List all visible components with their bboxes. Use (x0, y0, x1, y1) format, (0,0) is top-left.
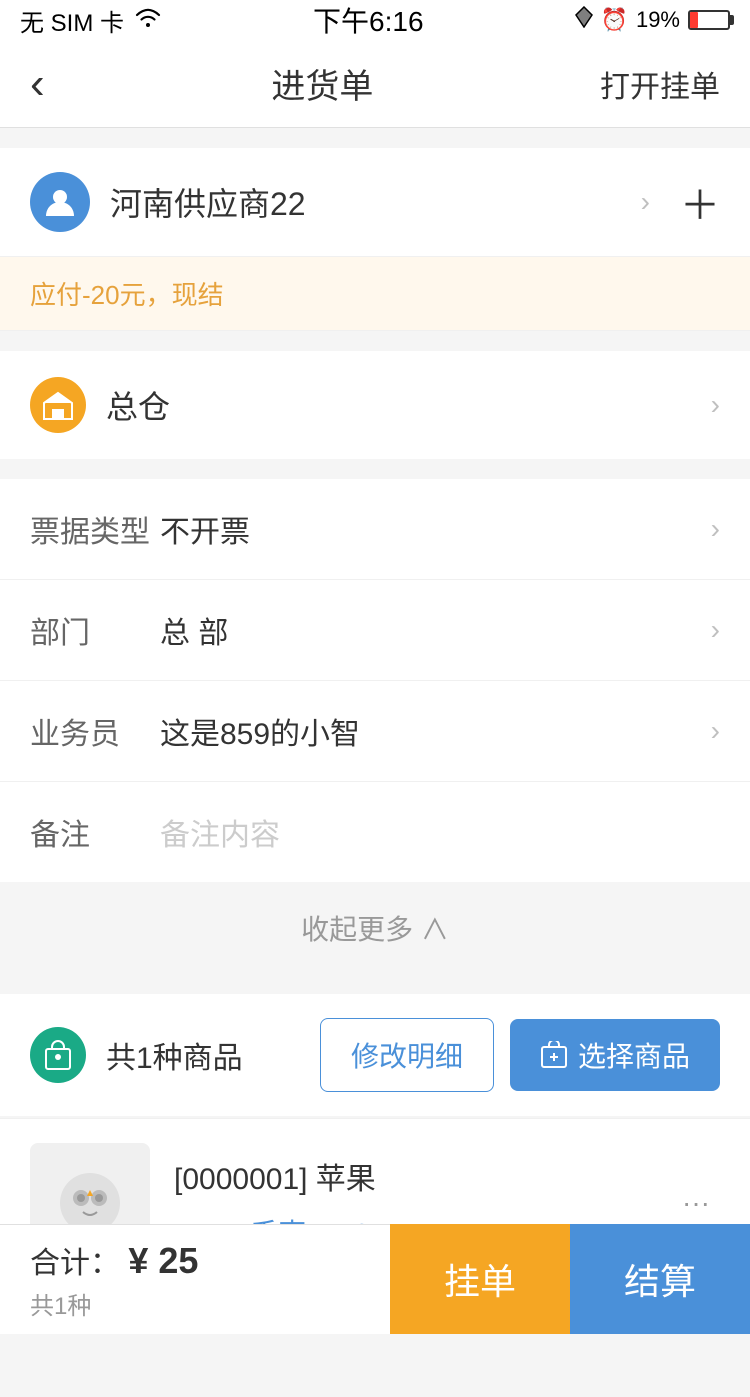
home-icon (42, 389, 74, 421)
notice-text: 应付-20元，现结 (30, 280, 224, 310)
battery-icon (688, 10, 730, 30)
alarm-icon: ⏰ (601, 7, 628, 33)
warehouse-icon (30, 377, 86, 433)
collapse-bar[interactable]: 收起更多 ∧ (0, 882, 750, 974)
status-time: 下午6:16 (313, 0, 424, 40)
section-gap-3 (0, 459, 750, 479)
status-left: 无 SIM 卡 (20, 3, 162, 38)
salesperson-label: 业务员 (30, 709, 160, 753)
page-title: 进货单 (271, 59, 373, 108)
form-section: 票据类型 不开票 › 部门 总 部 › 业务员 这是859的小智 › 备注 备注… (0, 479, 750, 882)
shopping-bag-icon (42, 1039, 74, 1071)
section-gap-1 (0, 128, 750, 148)
supplier-section: 河南供应商22 › ＋ 应付-20元，现结 (0, 148, 750, 331)
department-label: 部门 (30, 608, 160, 652)
warehouse-name: 总仓 (106, 382, 711, 428)
open-hang-button[interactable]: 打开挂单 (600, 62, 720, 106)
department-row[interactable]: 部门 总 部 › (0, 579, 750, 680)
salesperson-row[interactable]: 业务员 这是859的小智 › (0, 680, 750, 781)
nav-bar: ‹ 进货单 打开挂单 (0, 40, 750, 128)
carrier-text: 无 SIM 卡 (20, 3, 124, 38)
invoice-type-label: 票据类型 (30, 507, 160, 551)
total-section: 合计： ¥ 25 共1种 (0, 1224, 390, 1334)
back-button[interactable]: ‹ (30, 59, 45, 109)
section-gap-2 (0, 331, 750, 351)
warehouse-chevron-icon: › (711, 389, 720, 421)
supplier-avatar (30, 172, 90, 232)
notice-bar: 应付-20元，现结 (0, 257, 750, 331)
battery-percent: 19% (636, 7, 680, 33)
select-product-label: 选择商品 (578, 1035, 690, 1075)
status-right: ⏰ 19% (575, 6, 730, 34)
product-header: 共1种商品 修改明细 选择商品 (0, 994, 750, 1116)
supplier-chevron-icon: › (641, 186, 650, 218)
invoice-type-chevron-icon: › (711, 513, 720, 545)
location-icon (575, 6, 593, 34)
supplier-name: 河南供应商22 (110, 179, 641, 225)
modify-detail-button[interactable]: 修改明细 (320, 1018, 494, 1092)
person-icon (42, 184, 78, 220)
invoice-type-value: 不开票 (160, 507, 711, 551)
status-bar: 无 SIM 卡 下午6:16 ⏰ 19% (0, 0, 750, 40)
product-more-button[interactable]: ··· (672, 1177, 720, 1229)
salesperson-value: 这是859的小智 (160, 709, 711, 753)
product-count: 共1种商品 (106, 1033, 320, 1077)
department-value: 总 部 (160, 608, 711, 652)
remark-input[interactable]: 备注内容 (160, 810, 720, 854)
total-sub: 共1种 (30, 1286, 360, 1321)
section-gap-4 (0, 974, 750, 994)
checkout-button[interactable]: 结算 (570, 1224, 750, 1334)
warehouse-row[interactable]: 总仓 › (0, 351, 750, 459)
total-label: 合计： (30, 1247, 120, 1280)
total-main: 合计： ¥ 25 (30, 1238, 360, 1282)
salesperson-chevron-icon: › (711, 715, 720, 747)
add-supplier-button[interactable]: ＋ (680, 173, 720, 231)
department-chevron-icon: › (711, 614, 720, 646)
wifi-icon (134, 6, 162, 34)
select-product-button[interactable]: 选择商品 (510, 1019, 720, 1091)
product-icon (30, 1027, 86, 1083)
collapse-label: 收起更多 ∧ (301, 914, 449, 945)
remark-row[interactable]: 备注 备注内容 (0, 781, 750, 882)
hang-order-button[interactable]: 挂单 (390, 1224, 570, 1334)
invoice-type-row[interactable]: 票据类型 不开票 › (0, 479, 750, 579)
remark-label: 备注 (30, 810, 160, 854)
add-product-icon (540, 1041, 568, 1069)
supplier-row[interactable]: 河南供应商22 › ＋ (0, 148, 750, 257)
product-code-name: [0000001] 苹果 (174, 1154, 672, 1198)
warehouse-section[interactable]: 总仓 › (0, 351, 750, 459)
total-amount: ¥ 25 (128, 1240, 198, 1281)
bottom-bar: 合计： ¥ 25 共1种 挂单 结算 (0, 1224, 750, 1334)
